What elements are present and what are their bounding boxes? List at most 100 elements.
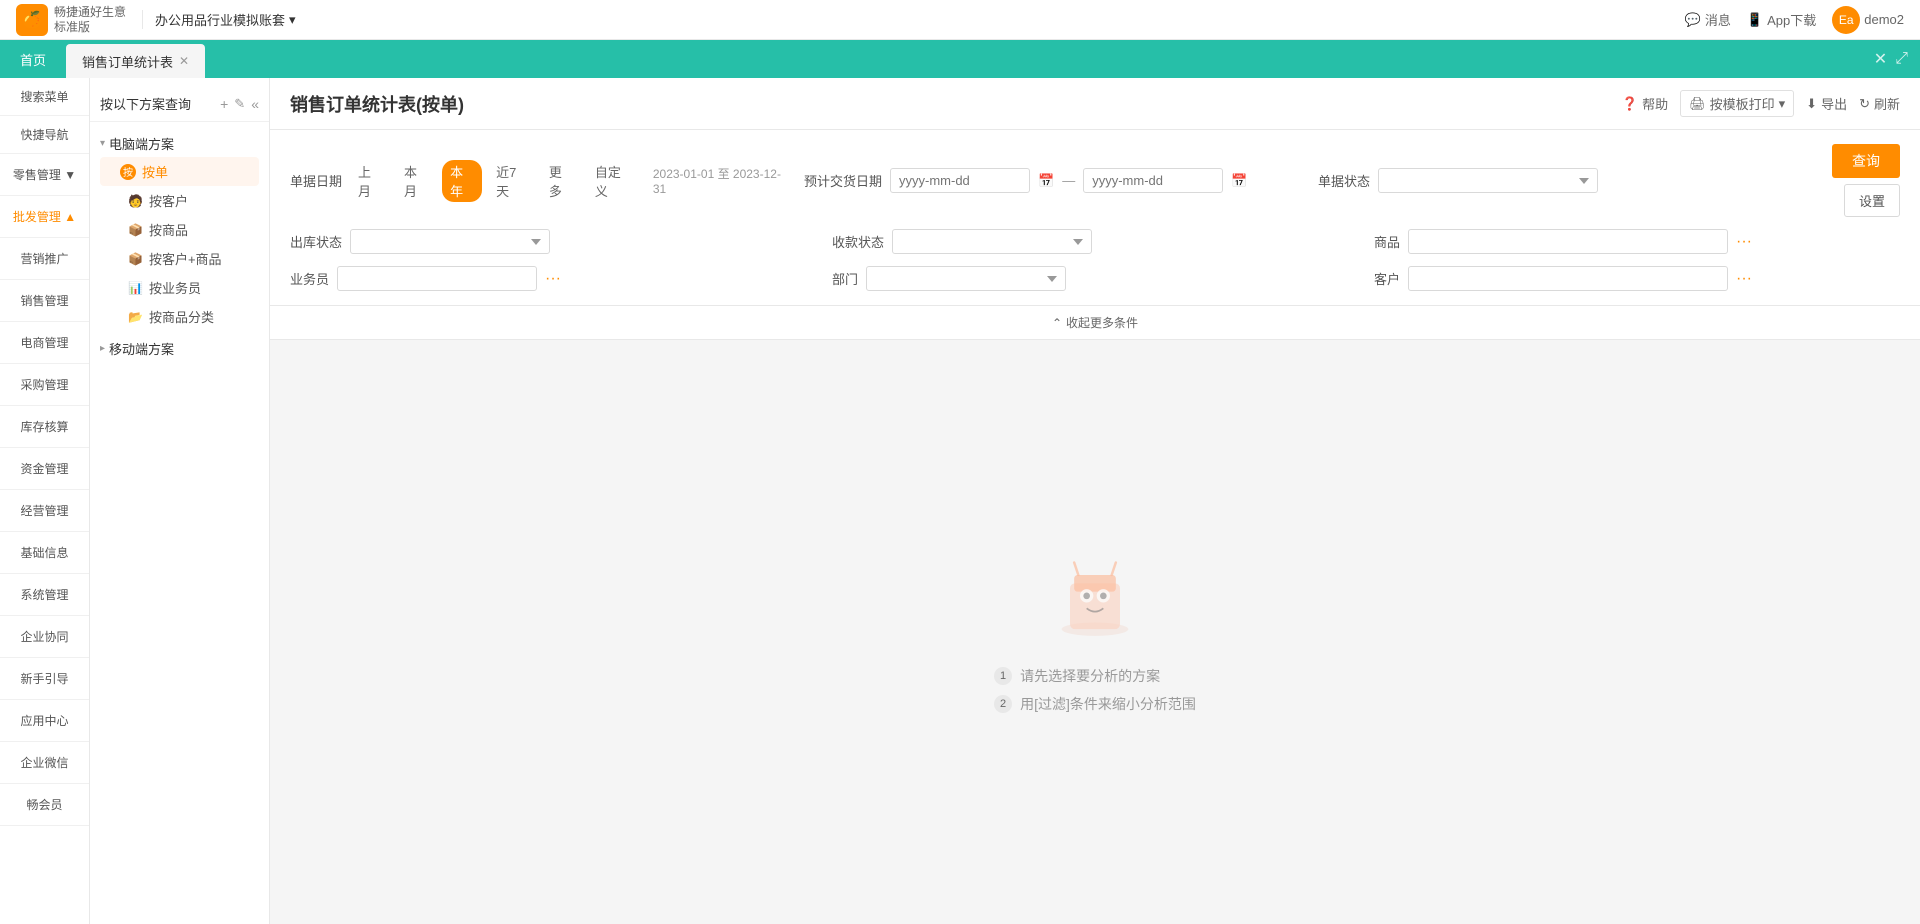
tab-home[interactable]: 首页 [0,40,66,78]
salesperson-input[interactable] [337,266,537,291]
query-button[interactable]: 查询 [1832,144,1900,178]
sidebar-item-system[interactable]: 系统管理 [0,574,89,616]
filter-row-3: 业务员 ··· 部门 客户 [290,266,1900,291]
sidebar-item-quick-nav[interactable]: 快捷导航 [0,116,89,154]
salesperson-icon: 📊 [128,281,143,295]
help-btn[interactable]: ❓ 帮助 [1622,94,1668,113]
calendar-start-icon[interactable]: 📅 [1038,173,1054,189]
expected-delivery-group: 预计交货日期 📅 — 📅 [804,168,1302,193]
tip-num-2: 2 [994,695,1012,713]
export-btn[interactable]: ⬇ 导出 [1806,94,1847,113]
date-tab-last-month[interactable]: 上月 [350,160,390,202]
chevron-down-icon: ▾ [1779,96,1786,112]
scheme-panel-icons: + ✎ « [220,96,259,112]
sidebar-item-finance[interactable]: 资金管理 [0,448,89,490]
scheme-item-by-goods[interactable]: 📦 按商品 [100,215,259,244]
sidebar-item-inventory[interactable]: 库存核算 [0,406,89,448]
print-icon: 🖨 [1689,96,1706,112]
app-selector[interactable]: 办公用品行业模拟账套 ▾ [142,10,296,29]
sidebar-item-purchase[interactable]: 采购管理 [0,364,89,406]
department-select[interactable] [866,266,1066,291]
sidebar-item-retail[interactable]: 零售管理 ▼ [0,154,89,196]
date-tab-custom[interactable]: 自定义 [587,160,639,202]
status-select-wrapper [1378,168,1598,193]
filter-row-1: 单据日期 上月 本月 本年 近7天 更多 自定义 2023-01-01 至 20… [290,144,1900,217]
payment-status-group: 收款状态 [832,229,1358,254]
empty-tips: 1 请先选择要分析的方案 2 用[过滤]条件来缩小分析范围 [994,666,1196,714]
sidebar-item-sales-mgmt[interactable]: 销售管理 [0,280,89,322]
payment-status-select[interactable] [892,229,1092,254]
pc-scheme-header[interactable]: ▾ 电脑端方案 [100,130,259,157]
shipment-status-group: 出库状态 [290,229,816,254]
page-header: 销售订单统计表(按单) ❓ 帮助 🖨 按模板打印 ▾ ⬇ 导出 [270,78,1920,130]
goods-icon: 📦 [128,223,143,237]
scheme-item-by-customer-goods[interactable]: 📦 按客户+商品 [100,244,259,273]
collapse-btn[interactable]: ⌃ 收起更多条件 [1052,314,1138,331]
user-menu[interactable]: Ea demo2 [1832,6,1904,34]
date-tab-more[interactable]: 更多 [541,160,581,202]
template-print-btn[interactable]: 🖨 按模板打印 ▾ [1680,90,1794,117]
payment-select-wrapper [892,229,1092,254]
customer-input[interactable] [1408,266,1728,291]
salesperson-filter-group: 业务员 ··· [290,266,816,291]
date-tab-this-month[interactable]: 本月 [396,160,436,202]
goods-category-icon: 📂 [128,310,143,324]
collapse-bar[interactable]: ⌃ 收起更多条件 [270,306,1920,340]
sidebar-item-search-menu[interactable]: 搜索菜单 [0,78,89,116]
logo-text: 畅捷通好生意 标准版 [54,5,126,34]
shipment-status-select[interactable] [350,229,550,254]
sidebar-item-newbie[interactable]: 新手引导 [0,658,89,700]
date-tab-this-year[interactable]: 本年 [442,160,482,202]
sidebar-item-wholesale[interactable]: 批发管理 ▲ [0,196,89,238]
sidebar-item-wechat[interactable]: 企业微信 [0,742,89,784]
settings-button[interactable]: 设置 [1844,184,1900,217]
right-content: 销售订单统计表(按单) ❓ 帮助 🖨 按模板打印 ▾ ⬇ 导出 [270,78,1920,924]
collapse-panel-icon[interactable]: « [251,96,259,112]
sidebar-item-operation[interactable]: 经营管理 [0,490,89,532]
sidebar-item-enterprise[interactable]: 企业协同 [0,616,89,658]
close-icon[interactable]: ✕ [179,54,189,68]
filter-row-2: 出库状态 收款状态 [290,229,1900,254]
sidebar-item-ecommerce[interactable]: 电商管理 [0,322,89,364]
sidebar-item-marketing[interactable]: 营销推广 [0,238,89,280]
expected-delivery-end-input[interactable] [1083,168,1223,193]
mobile-scheme-header[interactable]: ▸ 移动端方案 [90,335,269,362]
scheme-item-by-customer[interactable]: 🧑 按客户 [100,186,259,215]
chevron-down-icon: ▾ [289,12,296,28]
sidebar-item-app-center[interactable]: 应用中心 [0,700,89,742]
scheme-item-by-salesperson[interactable]: 📊 按业务员 [100,273,259,302]
tab-bar-right: ✕ ⤢ [1874,40,1920,78]
scheme-panel-header: 按以下方案查询 + ✎ « [90,88,269,122]
customer-more-icon[interactable]: ··· [1736,270,1752,288]
export-icon: ⬇ [1806,96,1817,112]
salesperson-more-icon[interactable]: ··· [545,270,561,288]
tab-sales-order-stat[interactable]: 销售订单统计表 ✕ [66,44,205,78]
page-actions: ❓ 帮助 🖨 按模板打印 ▾ ⬇ 导出 ↻ 刷新 [1622,90,1900,117]
app-download-btn[interactable]: 📱 App下载 [1747,10,1816,29]
date-tab-7days[interactable]: 近7天 [488,160,535,202]
empty-illustration [1045,550,1145,650]
goods-more-icon[interactable]: ··· [1736,233,1752,251]
edit-scheme-icon[interactable]: ✎ [234,96,245,112]
filter-area: 单据日期 上月 本月 本年 近7天 更多 自定义 2023-01-01 至 20… [270,130,1920,306]
scheme-item-by-goods-category[interactable]: 📂 按商品分类 [100,302,259,331]
scheme-item-by-order[interactable]: 按 按单 [100,157,259,186]
refresh-btn[interactable]: ↻ 刷新 [1859,94,1900,113]
empty-state: 1 请先选择要分析的方案 2 用[过滤]条件来缩小分析范围 [270,340,1920,924]
goods-filter-group: 商品 ··· [1374,229,1900,254]
sidebar-item-basic-info[interactable]: 基础信息 [0,532,89,574]
customer-goods-icon: 📦 [128,252,143,266]
query-btn-area: 查询 设置 [1832,144,1900,217]
top-header: 🍊 畅捷通好生意 标准版 办公用品行业模拟账套 ▾ 💬 消息 📱 App下载 E… [0,0,1920,40]
avatar: Ea [1832,6,1860,34]
expected-delivery-start-input[interactable] [890,168,1030,193]
goods-input[interactable] [1408,229,1728,254]
status-select[interactable] [1378,168,1598,193]
add-scheme-icon[interactable]: + [220,96,228,112]
message-btn[interactable]: 💬 消息 [1685,10,1731,29]
sidebar-item-member[interactable]: 畅会员 [0,784,89,826]
expand-icon[interactable]: ⤢ [1895,50,1908,68]
close-window-icon[interactable]: ✕ [1874,49,1887,69]
calendar-end-icon[interactable]: 📅 [1231,173,1247,189]
tip-num-1: 1 [994,667,1012,685]
